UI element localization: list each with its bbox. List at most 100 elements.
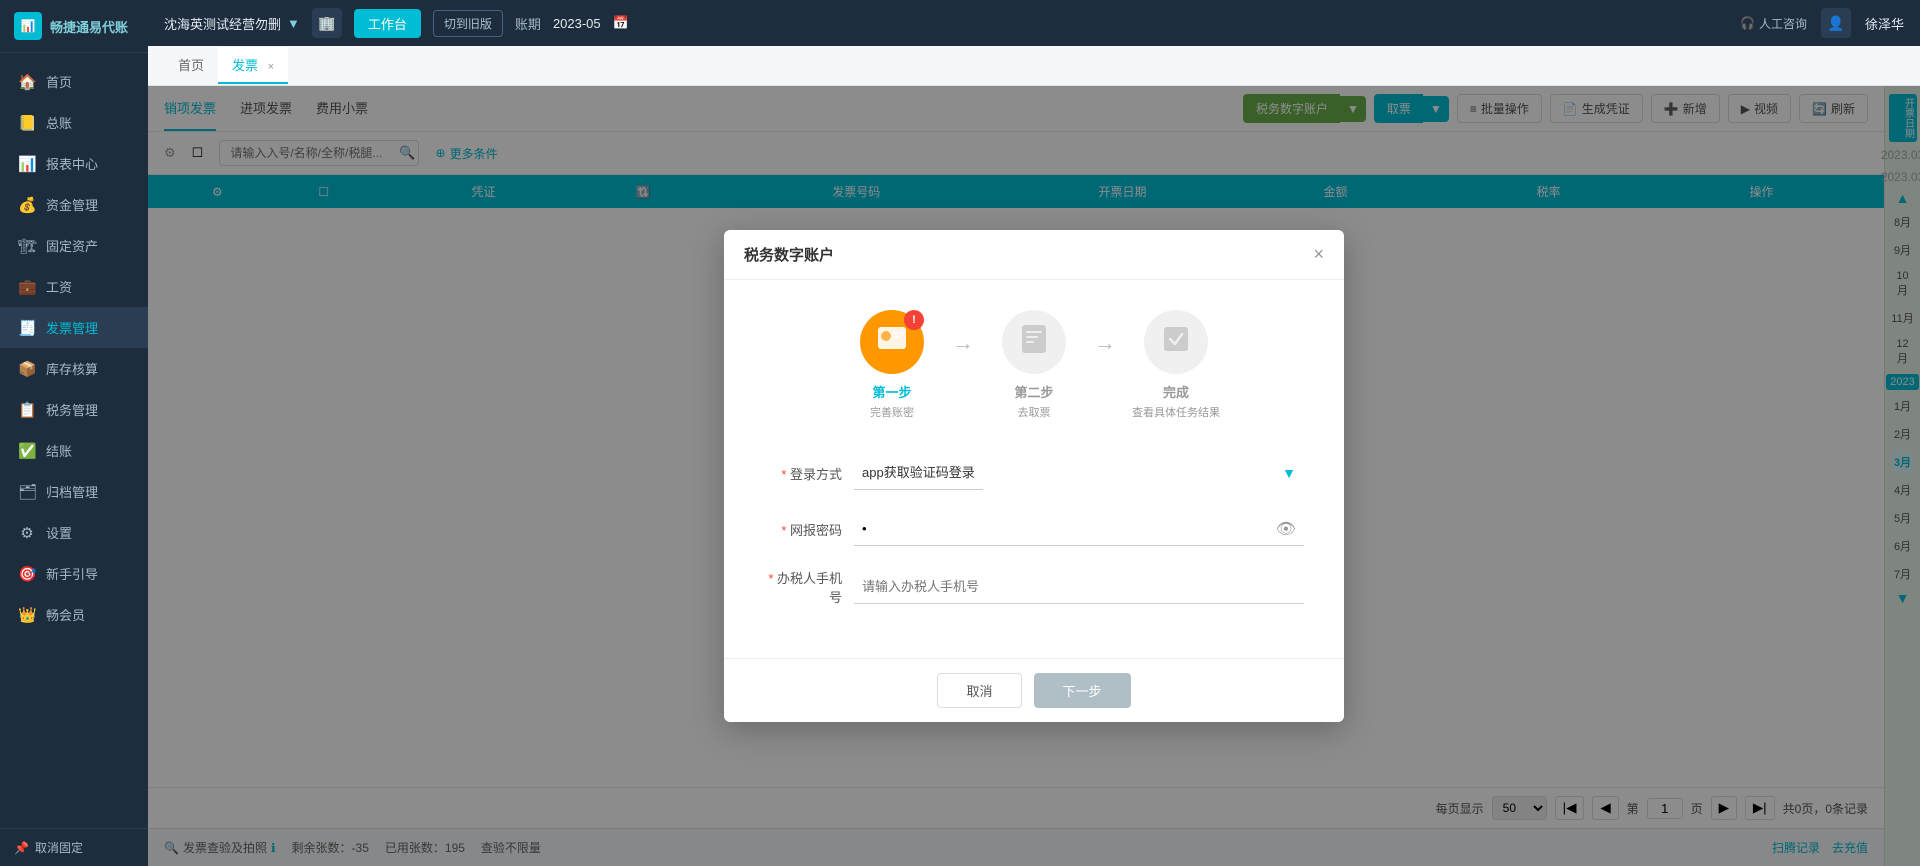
phone-input[interactable] (854, 570, 1304, 604)
eye-icon[interactable]: 👁 (1276, 519, 1296, 539)
phone-label: * 办税人手机号 (764, 568, 854, 606)
building-icon: 🏢 (318, 15, 335, 32)
password-input[interactable] (854, 512, 1304, 546)
sidebar-item-label: 首页 (46, 72, 72, 91)
user-icon: 👤 (1827, 15, 1844, 32)
sidebar-item-payroll[interactable]: 💼 工资 (0, 266, 148, 307)
customer-service-button[interactable]: 🎧 人工咨询 (1740, 15, 1807, 32)
login-method-label: * 登录方式 (764, 464, 854, 483)
cancel-fixed-label: 取消固定 (35, 839, 83, 856)
headset-icon: 🎧 (1740, 16, 1755, 30)
funds-icon: 💰 (18, 196, 36, 214)
service-label: 人工咨询 (1759, 15, 1807, 32)
sidebar-item-label: 归档管理 (46, 482, 98, 501)
step-3-icon-wrap (1144, 310, 1208, 374)
user-name: 徐泽华 (1865, 14, 1904, 33)
step-1-icon (876, 323, 908, 362)
sidebar-item-label: 新手引导 (46, 564, 98, 583)
reports-icon: 📊 (18, 155, 36, 173)
company-selector[interactable]: 沈海英测试经营勿删 ▼ (164, 14, 300, 33)
sidebar-item-label: 报表中心 (46, 154, 98, 173)
tab-bar: 首页 发票 × (148, 46, 1920, 86)
sidebar-footer: 📌 取消固定 (0, 828, 148, 866)
form-row-login-method: * 登录方式 app获取验证码登录 账号密码登录 ▼ (764, 456, 1304, 490)
sidebar-item-vip[interactable]: 👑 畅会员 (0, 594, 148, 635)
step-2-sublabel: 去取票 (1018, 404, 1051, 420)
modal-footer: 取消 下一步 (724, 658, 1344, 722)
header-right: 🎧 人工咨询 👤 徐泽华 (1740, 8, 1904, 38)
logo-text: 畅捷通易代账 (50, 17, 128, 36)
form-row-phone: * 办税人手机号 (764, 568, 1304, 606)
modal-close-button[interactable]: × (1313, 244, 1324, 265)
sidebar-item-label: 发票管理 (46, 318, 98, 337)
modal-header: 税务数字账户 × (724, 230, 1344, 280)
modal-body: ! 第一步 完善账密 → (724, 280, 1344, 658)
step-3-label: 完成 (1163, 382, 1189, 401)
inventory-icon: 📦 (18, 360, 36, 378)
sidebar-item-settings[interactable]: ⚙ 设置 (0, 512, 148, 553)
pin-icon: 📌 (14, 841, 29, 855)
step-arrow-2: → (1094, 310, 1116, 356)
cancel-button[interactable]: 取消 (937, 673, 1021, 708)
tax-icon: 📋 (18, 401, 36, 419)
sidebar-item-label: 库存核算 (46, 359, 98, 378)
user-avatar[interactable]: 👤 (1821, 8, 1851, 38)
tab-invoice[interactable]: 发票 × (218, 47, 288, 84)
home-icon: 🏠 (18, 73, 36, 91)
step-1-badge: ! (904, 310, 924, 330)
workbench-button[interactable]: 工作台 (354, 9, 421, 38)
sidebar-item-funds[interactable]: 💰 资金管理 (0, 184, 148, 225)
tab-home[interactable]: 首页 (164, 47, 218, 84)
cancel-fixed-button[interactable]: 📌 取消固定 (14, 839, 134, 856)
step-3-sublabel: 查看具体任务结果 (1132, 404, 1220, 420)
sidebar-item-tax[interactable]: 📋 税务管理 (0, 389, 148, 430)
modal-overlay: 税务数字账户 × (148, 86, 1920, 866)
step-1-label: 第一步 (872, 382, 911, 401)
next-step-button[interactable]: 下一步 (1034, 673, 1131, 708)
modal-title: 税务数字账户 (744, 244, 834, 265)
sidebar-item-invoice[interactable]: 🧾 发票管理 (0, 307, 148, 348)
login-method-select-wrap: app获取验证码登录 账号密码登录 ▼ (854, 456, 1304, 490)
chevron-down-icon: ▼ (287, 16, 300, 31)
login-method-select[interactable]: app获取验证码登录 账号密码登录 (854, 456, 983, 490)
period-label: 账期 (515, 14, 541, 33)
switch-version-button[interactable]: 切到旧版 (433, 10, 503, 37)
sidebar-item-home[interactable]: 🏠 首页 (0, 61, 148, 102)
step-1-icon-wrap: ! (860, 310, 924, 374)
sidebar-item-label: 税务管理 (46, 400, 98, 419)
sidebar-item-label: 畅会员 (46, 605, 85, 624)
calendar-icon[interactable]: 📅 (613, 15, 629, 31)
step-arrow-1: → (952, 310, 974, 356)
step-1: ! 第一步 完善账密 (832, 310, 952, 420)
step-2: 第二步 去取票 (974, 310, 1094, 420)
guide-icon: 🎯 (18, 565, 36, 583)
step-3: 完成 查看具体任务结果 (1116, 310, 1236, 420)
sidebar-item-guide[interactable]: 🎯 新手引导 (0, 553, 148, 594)
sidebar-item-inventory[interactable]: 📦 库存核算 (0, 348, 148, 389)
select-arrow-icon: ▼ (1282, 465, 1296, 481)
sidebar: 📊 畅捷通易代账 🏠 首页 📒 总账 📊 报表中心 💰 资金管理 (0, 0, 148, 866)
step-2-icon (1018, 323, 1050, 362)
sidebar-item-close[interactable]: ✅ 结账 (0, 430, 148, 471)
vip-icon: 👑 (18, 606, 36, 624)
sidebar-item-label: 总账 (46, 113, 72, 132)
sidebar-logo: 📊 畅捷通易代账 (0, 0, 148, 53)
sidebar-nav: 🏠 首页 📒 总账 📊 报表中心 💰 资金管理 🏗 固定资产 💼 工资 (0, 53, 148, 828)
main-area: 沈海英测试经营勿删 ▼ 🏢 工作台 切到旧版 账期 2023-05 📅 🎧 人工… (148, 0, 1920, 866)
top-header: 沈海英测试经营勿删 ▼ 🏢 工作台 切到旧版 账期 2023-05 📅 🎧 人工… (148, 0, 1920, 46)
steps-container: ! 第一步 完善账密 → (764, 310, 1304, 420)
step-2-label: 第二步 (1014, 382, 1053, 401)
tab-close-icon[interactable]: × (268, 61, 274, 73)
sidebar-item-reports[interactable]: 📊 报表中心 (0, 143, 148, 184)
step-1-sublabel: 完善账密 (870, 404, 914, 420)
settings-icon: ⚙ (18, 524, 36, 542)
sidebar-item-label: 工资 (46, 277, 72, 296)
company-icon-button[interactable]: 🏢 (312, 8, 342, 38)
payroll-icon: 💼 (18, 278, 36, 296)
sidebar-item-ledger[interactable]: 📒 总账 (0, 102, 148, 143)
step-2-icon-wrap (1002, 310, 1066, 374)
sidebar-item-archive[interactable]: 🗂 归档管理 (0, 471, 148, 512)
sidebar-item-assets[interactable]: 🏗 固定资产 (0, 225, 148, 266)
form-row-password: * 网报密码 👁 (764, 512, 1304, 546)
ledger-icon: 📒 (18, 114, 36, 132)
